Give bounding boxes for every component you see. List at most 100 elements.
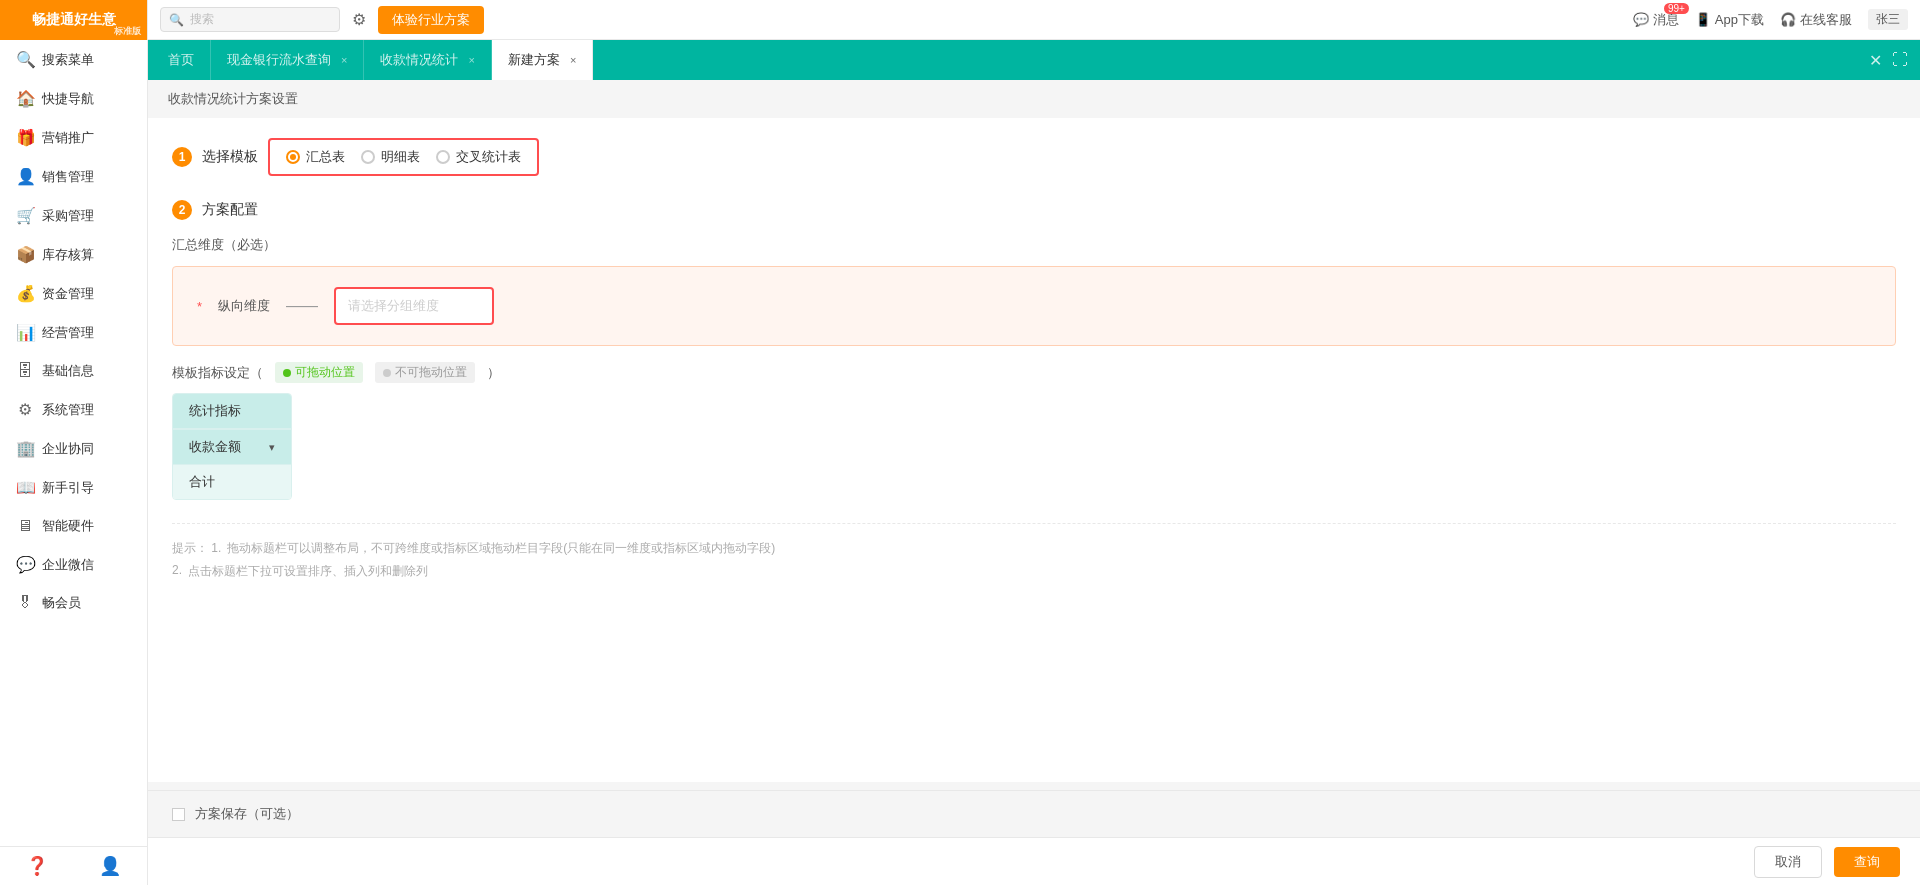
step2-num: 2 [172,200,192,220]
dimension-row: * 纵向维度 —— 请选择分组维度 [197,287,1871,325]
tab-home[interactable]: 首页 [148,40,211,80]
radio-detail[interactable]: 明细表 [361,148,420,166]
sidebar-item-corp-collab[interactable]: 🏢 企业协同 [0,429,147,468]
step1-header: 1 选择模板 汇总表 明细表 交叉统计表 [172,138,1896,176]
draggable-badge: 可拖动位置 [275,362,363,383]
service-icon: 🎧 [1780,12,1796,27]
download-item[interactable]: 📱 App下载 [1695,11,1764,29]
dimension-select[interactable]: 请选择分组维度 [334,287,494,325]
tab-label-bank: 现金银行流水查询 [227,51,331,69]
sidebar-icon-basic: 🗄 [16,362,34,380]
tab-close-new-plan[interactable]: × [570,54,576,66]
sidebar-icon-operations: 📊 [16,323,34,342]
tab-close-receipts[interactable]: × [468,54,474,66]
message-badge: 99+ [1664,3,1689,14]
sidebar-item-operations[interactable]: 📊 经营管理 [0,313,147,352]
sidebar-item-system[interactable]: ⚙ 系统管理 [0,390,147,429]
sidebar-label-smart-hw: 智能硬件 [42,517,94,535]
message-icon: 💬 [1633,12,1649,27]
sidebar-item-quick-nav[interactable]: 🏠 快捷导航 [0,79,147,118]
stats-table: 统计指标 收款金额 ▾ 合计 [172,393,292,500]
required-mark: * [197,299,202,314]
draggable-label: 可拖动位置 [295,364,355,381]
sidebar-item-corp-wechat[interactable]: 💬 企业微信 [0,545,147,584]
sidebar-item-member[interactable]: 🎖 畅会员 [0,584,147,622]
tab-receipts[interactable]: 收款情况统计 × [364,40,491,80]
row-dimension-label: 纵向维度 [218,297,270,315]
stats-col-label: 收款金额 [189,438,241,456]
search-icon: 🔍 [169,13,184,27]
save-checkbox[interactable] [172,808,185,821]
user-info[interactable]: 张三 [1868,9,1908,30]
service-item[interactable]: 🎧 在线客服 [1780,11,1852,29]
logo-text: 畅捷通好生意 [32,11,116,29]
sidebar-icon-finance: 💰 [16,284,34,303]
stats-table-header: 统计指标 [173,394,291,429]
hint-text-1: 拖动标题栏可以调整布局，不可跨维度或指标区域拖动栏目字段(只能在同一维度或指标区… [227,540,775,557]
sidebar-bottom-user[interactable]: 👤 [99,855,121,877]
sidebar-item-guide[interactable]: 📖 新手引导 [0,468,147,507]
tab-close-bank[interactable]: × [341,54,347,66]
stats-row-label: 合计 [189,474,215,489]
topbar: 🔍 搜索 ⚙ 体验行业方案 💬 消息 99+ 📱 App下载 🎧 在线客服 张 [148,0,1920,40]
stats-row-body: 合计 [173,465,291,499]
radio-label-summary: 汇总表 [306,148,345,166]
sidebar-item-stock[interactable]: 📦 库存核算 [0,235,147,274]
hint-section: 提示： 1. 拖动标题栏可以调整布局，不可跨维度或指标区域拖动栏目字段(只能在同… [172,523,1896,580]
dimension-arrow: —— [286,297,318,315]
tab-bank[interactable]: 现金银行流水查询 × [211,40,364,80]
sidebar-bottom-help[interactable]: ❓ [26,855,48,877]
query-button[interactable]: 查询 [1834,847,1900,877]
sidebar-label-sales: 销售管理 [42,168,94,186]
sidebar-icon-search-menu: 🔍 [16,50,34,69]
draggable-dot [283,369,291,377]
sidebar-item-smart-hw[interactable]: 🖥 智能硬件 [0,507,147,545]
sidebar-item-marketing[interactable]: 🎁 营销推广 [0,118,147,157]
tab-new-plan[interactable]: 新建方案× [492,40,593,80]
hint-text-2: 点击标题栏下拉可设置排序、插入列和删除列 [188,563,428,580]
topbar-search[interactable]: 🔍 搜索 [160,7,340,32]
sidebar-item-purchase[interactable]: 🛒 采购管理 [0,196,147,235]
main-area: 🔍 搜索 ⚙ 体验行业方案 💬 消息 99+ 📱 App下载 🎧 在线客服 张 [148,0,1920,885]
dimension-section-label: 汇总维度（必选） [172,236,1896,254]
sidebar-bottom: ❓ 👤 [0,846,147,885]
stats-header-inner: 统计指标 [189,402,275,420]
sidebar-label-finance: 资金管理 [42,285,94,303]
sidebar-label-quick-nav: 快捷导航 [42,90,94,108]
dimension-area: * 纵向维度 —— 请选择分组维度 [172,266,1896,346]
radio-summary[interactable]: 汇总表 [286,148,345,166]
sidebar-icon-purchase: 🛒 [16,206,34,225]
content-area: 收款情况统计方案设置 1 选择模板 汇总表 明细表 [148,80,1920,837]
radio-dot-detail [361,150,375,164]
sidebar-icon-system: ⚙ [16,400,34,419]
sidebar-item-sales[interactable]: 👤 销售管理 [0,157,147,196]
indicators-header: 模板指标设定（ 可拖动位置 不可拖动位置 ） [172,362,1896,383]
close-window-icon[interactable]: ✕ [1869,51,1882,70]
sidebar-item-search-menu[interactable]: 🔍 搜索菜单 [0,40,147,79]
step1-section: 1 选择模板 汇总表 明细表 交叉统计表 [172,138,1896,176]
sidebar-label-system: 系统管理 [42,401,94,419]
user-icon: 👤 [99,855,121,877]
logo-badge: 标准版 [114,25,141,38]
gear-icon[interactable]: ⚙ [352,10,366,29]
message-item[interactable]: 💬 消息 99+ [1633,11,1679,29]
tab-label-receipts: 收款情况统计 [380,51,458,69]
sidebar-icon-corp-collab: 🏢 [16,439,34,458]
topbar-right: 💬 消息 99+ 📱 App下载 🎧 在线客服 张三 [1633,9,1908,30]
step1-num: 1 [172,147,192,167]
maximize-icon[interactable]: ⛶ [1892,51,1908,69]
hint-line-1: 提示： 1. 拖动标题栏可以调整布局，不可跨维度或指标区域拖动栏目字段(只能在同… [172,540,1896,557]
sidebar-icon-corp-wechat: 💬 [16,555,34,574]
trial-button[interactable]: 体验行业方案 [378,6,484,34]
sidebar-item-basic[interactable]: 🗄 基础信息 [0,352,147,390]
step1-title: 选择模板 [202,148,258,166]
action-bar: 取消 查询 [148,837,1920,885]
radio-dot-cross [436,150,450,164]
sidebar-icon-smart-hw: 🖥 [16,517,34,535]
cancel-button[interactable]: 取消 [1754,846,1822,878]
stats-col-header: 收款金额 ▾ [173,429,291,465]
sidebar-item-finance[interactable]: 💰 资金管理 [0,274,147,313]
sidebar-icon-member: 🎖 [16,594,34,612]
radio-cross[interactable]: 交叉统计表 [436,148,521,166]
sidebar-label-stock: 库存核算 [42,246,94,264]
